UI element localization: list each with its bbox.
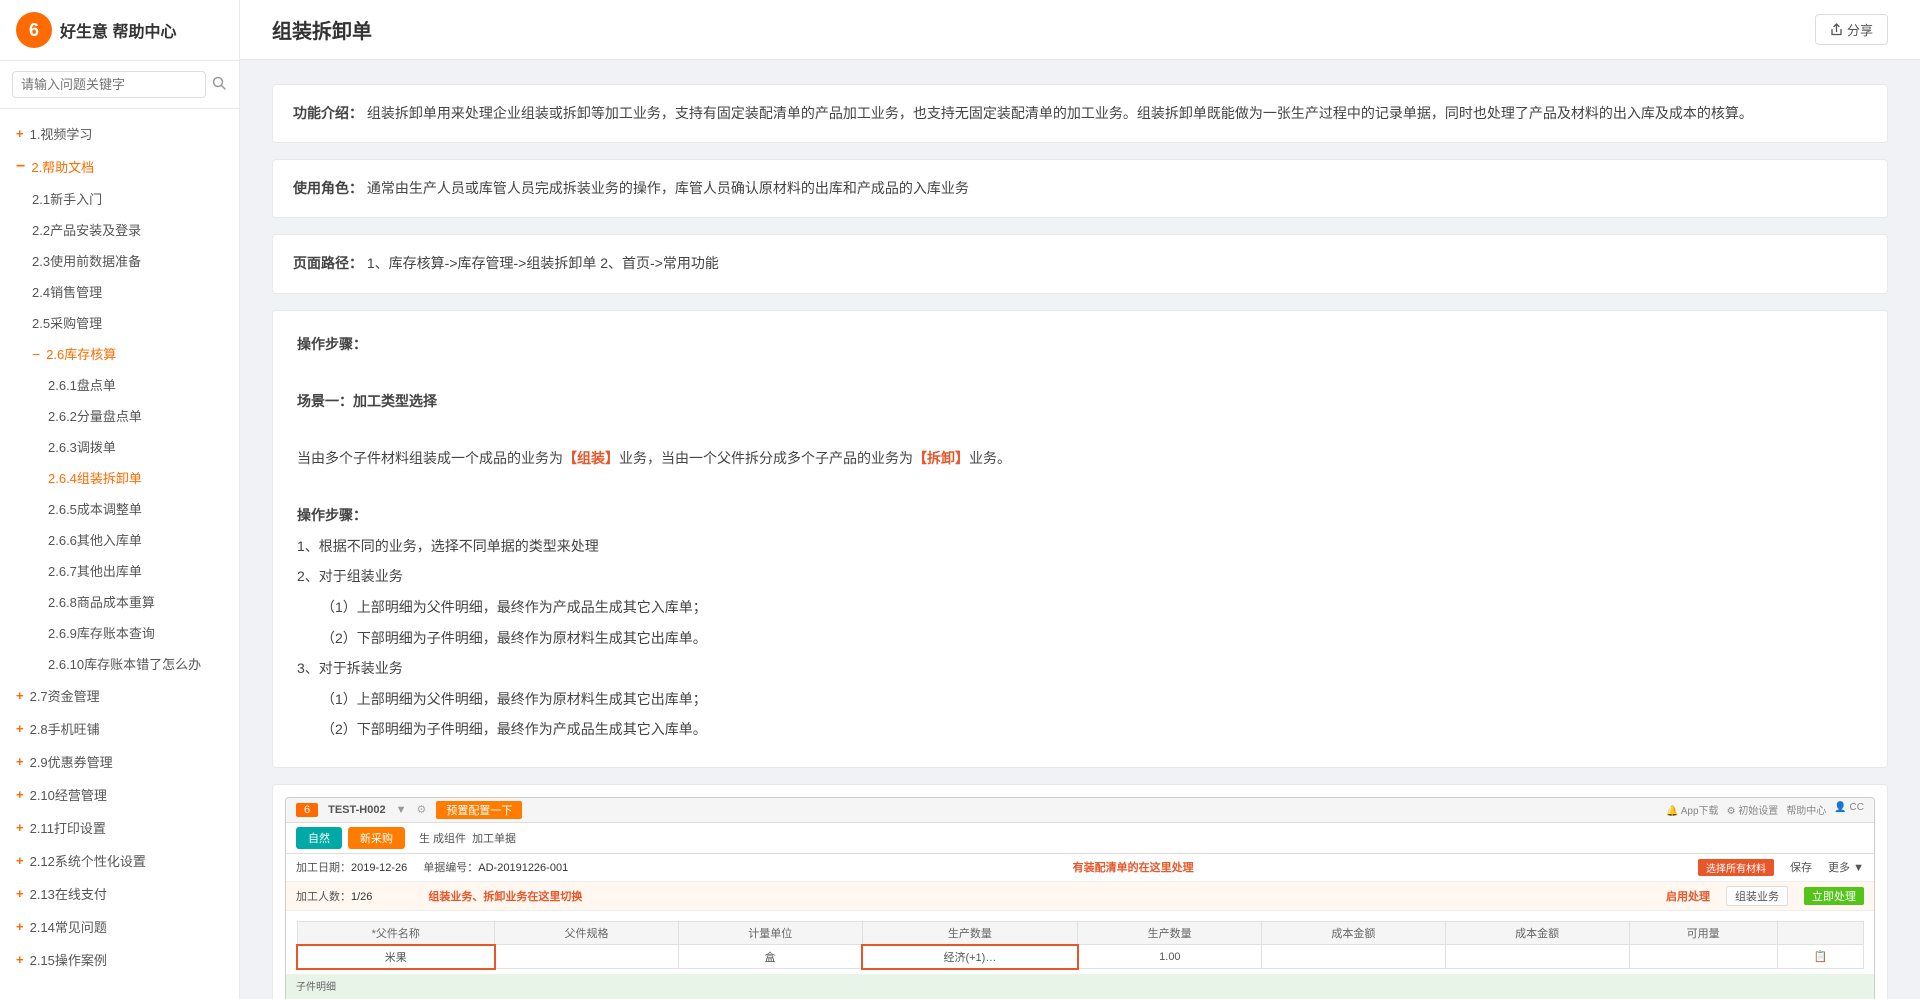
sidebar: 6 好生意 帮助中心 + 1.视频学习 − 2.帮助文档 2.1新手入门 2.2…	[0, 0, 240, 999]
sidebar-item-sysconfig[interactable]: + 2.12系统个性化设置	[0, 844, 239, 877]
sidebar-item-stocktake[interactable]: 2.6.1盘点单	[0, 369, 239, 400]
mock-upper-table: *父件名称 父件规格 计量单位 生产数量 生产数量 成本金额 成本金额 可用量	[296, 921, 1864, 970]
sidebar-item-coupon[interactable]: + 2.9优惠券管理	[0, 745, 239, 778]
app-title: 好生意 帮助中心	[60, 18, 176, 42]
plus-icon-ops: +	[16, 787, 24, 802]
content-area: 功能介绍： 组装拆卸单用来处理企业组装或拆卸等加工业务，支持有固定装配清单的产品…	[240, 60, 1920, 999]
search-button[interactable]	[206, 72, 232, 97]
plus-icon-sysconfig: +	[16, 853, 24, 868]
mock-ui: 6 TEST-H002 ▼ ⚙ 预置配置一下 🔔 App下载 ⚙ 初始设置 帮助…	[285, 797, 1875, 999]
step1-text: 1、根据不同的业务，选择不同单据的类型来处理	[297, 533, 1863, 560]
mock-annotation1: 有装配清单的在这里处理	[584, 859, 1682, 875]
bracket-disassembly: 【拆卸】	[913, 450, 969, 466]
sidebar-item-cases[interactable]: + 2.15操作案例	[0, 943, 239, 976]
mock-orange-btn[interactable]: 预置配置一下	[436, 801, 522, 819]
plus-icon: +	[16, 126, 24, 141]
feature-intro-block: 功能介绍： 组装拆卸单用来处理企业组装或拆卸等加工业务，支持有固定装配清单的产品…	[272, 84, 1888, 143]
mock-more[interactable]: 更多 ▼	[1828, 859, 1864, 875]
mock-generate-btn[interactable]: 生 成组件	[419, 830, 466, 846]
mock-type-select[interactable]: 组装业务	[1726, 886, 1788, 906]
plus-icon-print: +	[16, 820, 24, 835]
path-block: 页面路径： 1、库存核算->库存管理->组装拆卸单 2、首页->常用功能	[272, 234, 1888, 293]
plus-icon-finance: +	[16, 688, 24, 703]
sidebar-item-sales[interactable]: 2.4销售管理	[0, 276, 239, 307]
feature-intro-label: 功能介绍：	[293, 105, 363, 121]
mock-title: TEST-H002	[328, 804, 385, 816]
steps-block: 操作步骤： 场景一：加工类型选择 当由多个子件材料组装成一个成品的业务为【组装】…	[272, 310, 1888, 768]
mock-date: 2019-12-26	[351, 862, 407, 874]
step2-text: 2、对于组装业务	[297, 563, 1863, 590]
role-text: 通常由生产人员或库管人员完成拆装业务的操作，库管人员确认原材料的出库和产成品的入…	[367, 180, 969, 196]
screenshot-container: 6 TEST-H002 ▼ ⚙ 预置配置一下 🔔 App下载 ⚙ 初始设置 帮助…	[272, 784, 1888, 999]
mock-select-materials[interactable]: 选择所有材料	[1698, 859, 1774, 876]
minus-icon: −	[16, 159, 25, 175]
sidebar-item-finance[interactable]: + 2.7资金管理	[0, 679, 239, 712]
feature-intro-text: 组装拆卸单用来处理企业组装或拆卸等加工业务，支持有固定装配清单的产品加工业务，也…	[367, 105, 1753, 121]
mock-tab-purchase[interactable]: 新采购	[348, 827, 405, 849]
plus-icon-mobile: +	[16, 721, 24, 736]
sidebar-item-outbound[interactable]: 2.6.7其他出库单	[0, 555, 239, 586]
plus-icon-onlinepay: +	[16, 886, 24, 901]
search-input[interactable]	[12, 71, 206, 98]
sidebar-item-docs[interactable]: − 2.帮助文档	[0, 150, 239, 183]
sidebar-item-costrecalc[interactable]: 2.6.8商品成本重算	[0, 586, 239, 617]
main-content: 组装拆卸单 分享 功能介绍： 组装拆卸单用来处理企业组装或拆卸等加工业务，支持有…	[240, 0, 1920, 999]
ops-steps-label: 操作步骤：	[297, 507, 367, 523]
scenario1-desc: 当由多个子件材料组装成一个成品的业务为【组装】业务，当由一个父件拆分成多个子产品…	[297, 445, 1863, 472]
mock-logo: 6	[296, 803, 318, 817]
main-header: 组装拆卸单 分享	[240, 0, 1920, 60]
mock-confirm-btn[interactable]: 立即处理	[1804, 887, 1864, 905]
scenario1-label: 场景一：加工类型选择	[297, 393, 437, 409]
sidebar-item-inventory[interactable]: − 2.6库存核算	[0, 338, 239, 369]
plus-icon-faq: +	[16, 919, 24, 934]
sidebar-item-faq[interactable]: + 2.14常见问题	[0, 910, 239, 943]
sidebar-item-video[interactable]: + 1.视频学习	[0, 117, 239, 150]
search-box	[0, 61, 239, 109]
step2-2-text: （2）下部明细为子件明细，最终作为原材料生成其它出库单。	[297, 625, 1863, 652]
plus-icon-coupon: +	[16, 754, 24, 769]
logo-icon: 6	[16, 12, 52, 48]
sidebar-item-ops[interactable]: + 2.10经营管理	[0, 778, 239, 811]
sidebar-item-purchase[interactable]: 2.5采购管理	[0, 307, 239, 338]
share-button[interactable]: 分享	[1815, 14, 1888, 45]
sidebar-item-assembly[interactable]: 2.6.4组装拆卸单	[0, 462, 239, 493]
sidebar-item-newbie[interactable]: 2.1新手入门	[0, 183, 239, 214]
mock-lower-table-label: 子件明细	[296, 976, 1864, 995]
path-text: 1、库存核算->库存管理->组装拆卸单 2、首页->常用功能	[367, 255, 719, 271]
mock-order-btn[interactable]: 加工单据	[472, 830, 516, 846]
sidebar-item-print[interactable]: + 2.11打印设置	[0, 811, 239, 844]
step3-1-text: （1）上部明细为父件明细，最终作为原材料生成其它出库单；	[297, 686, 1863, 713]
sidebar-item-data[interactable]: 2.3使用前数据准备	[0, 245, 239, 276]
plus-icon-cases: +	[16, 952, 24, 967]
path-label: 页面路径：	[293, 255, 363, 271]
page-title: 组装拆卸单	[272, 15, 372, 44]
sidebar-item-mobile[interactable]: + 2.8手机旺铺	[0, 712, 239, 745]
mock-save[interactable]: 保存	[1790, 859, 1812, 875]
mock-tab-natural[interactable]: 自然	[296, 827, 342, 849]
sidebar-item-partial[interactable]: 2.6.2分量盘点单	[0, 400, 239, 431]
sidebar-item-inbound[interactable]: 2.6.6其他入库单	[0, 524, 239, 555]
step3-2-text: （2）下部明细为子件明细，最终作为产成品生成其它入库单。	[297, 716, 1863, 743]
mock-order: AD-20191226-001	[478, 862, 568, 874]
ops-label: 操作步骤：	[297, 336, 367, 352]
step2-1-text: （1）上部明细为父件明细，最终作为产成品生成其它入库单；	[297, 594, 1863, 621]
minus-icon-inventory: −	[32, 346, 40, 362]
sidebar-item-ledger[interactable]: 2.6.9库存账本查询	[0, 617, 239, 648]
mock-upper-row: 米果 盒 经济(+1)… 1.00 📋	[297, 945, 1864, 969]
mock-annotation4: 启用处理	[1666, 888, 1710, 904]
mock-annotation3: 组装业务、拆卸业务在这里切换	[428, 888, 582, 904]
step3-text: 3、对于拆装业务	[297, 655, 1863, 682]
sidebar-item-onlinepay[interactable]: + 2.13在线支付	[0, 877, 239, 910]
sidebar-item-wrongacc[interactable]: 2.6.10库存账本错了怎么办	[0, 648, 239, 679]
sidebar-item-install[interactable]: 2.2产品安装及登录	[0, 214, 239, 245]
role-label: 使用角色：	[293, 180, 363, 196]
role-block: 使用角色： 通常由生产人员或库管人员完成拆装业务的操作，库管人员确认原材料的出库…	[272, 159, 1888, 218]
sidebar-item-adjust[interactable]: 2.6.3调拨单	[0, 431, 239, 462]
sidebar-item-cost[interactable]: 2.6.5成本调整单	[0, 493, 239, 524]
nav-list: + 1.视频学习 − 2.帮助文档 2.1新手入门 2.2产品安装及登录 2.3…	[0, 109, 239, 999]
bracket-assembly: 【组装】	[563, 450, 619, 466]
sidebar-header: 6 好生意 帮助中心	[0, 0, 239, 61]
